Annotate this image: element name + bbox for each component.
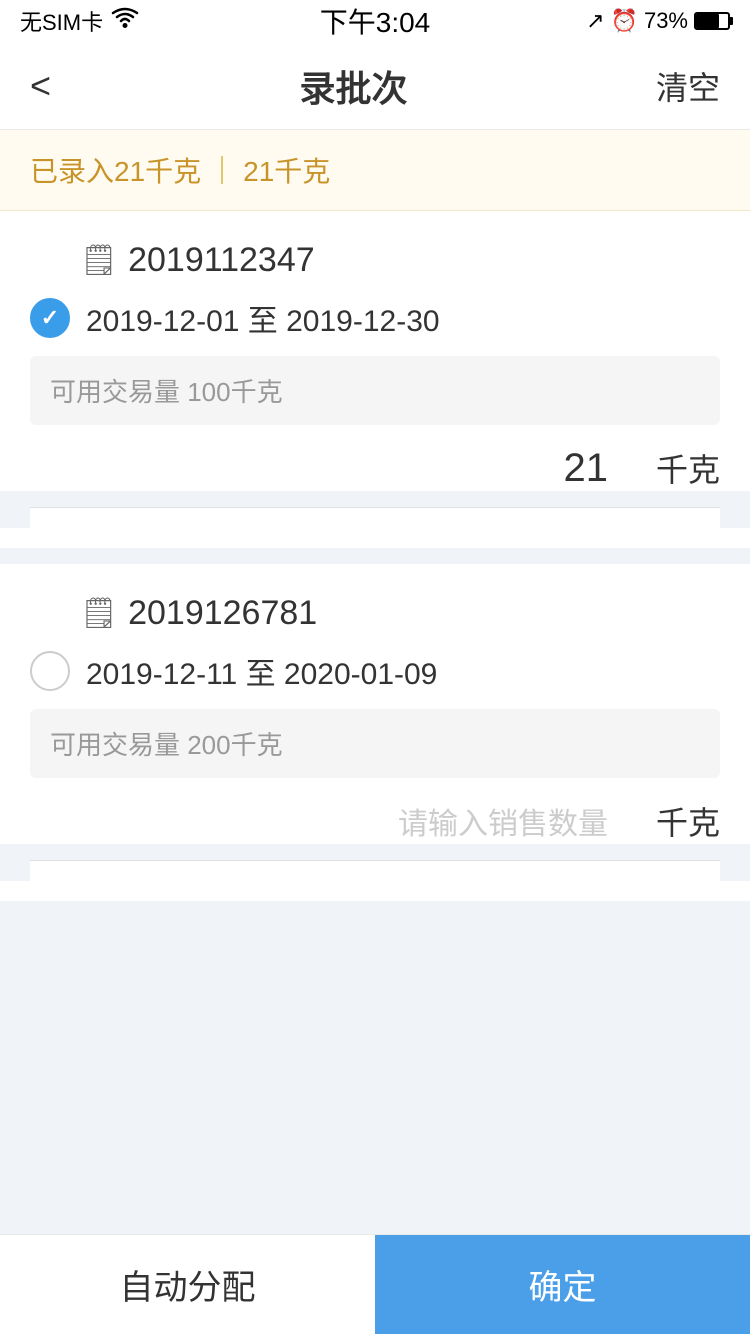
auto-distribute-button[interactable]: 自动分配 (0, 1235, 375, 1334)
back-button[interactable]: < (30, 65, 51, 107)
batch1-radio[interactable] (30, 298, 70, 338)
status-bar-right: ↗ ⏰ 73% (586, 8, 730, 34)
battery-percent: 73% (644, 8, 688, 34)
batch2-date-row[interactable]: 2019-12-11 至 2020-01-09 (30, 649, 720, 693)
batch2-id: 2019126781 (128, 594, 317, 633)
batch2-icon: 🗒 (80, 596, 118, 631)
status-bar: 无SIM卡 下午3:04 ↗ ⏰ 73% (0, 0, 750, 42)
batch1-qty-box: 可用交易量 100千克 (30, 356, 720, 425)
batch-card-1: 🗒 2019112347 2019-12-01 至 2019-12-30 可用交… (0, 211, 750, 425)
wifi-icon (111, 7, 139, 35)
confirm-button[interactable]: 确定 (375, 1235, 750, 1334)
footer: 自动分配 确定 (0, 1234, 750, 1334)
batch1-icon: 🗒 (80, 243, 118, 278)
nav-bar: < 录批次 清空 (0, 42, 750, 130)
batch1-available: 可用交易量 100千克 (50, 377, 283, 407)
batch2-header: 🗒 2019126781 (30, 594, 720, 633)
batch1-unit: 千克 (656, 445, 720, 491)
batch2-divider (30, 860, 720, 861)
batch2-input-row[interactable]: 请输入销售数量 千克 (0, 778, 750, 844)
sim-status: 无SIM卡 (20, 5, 103, 37)
battery-icon (694, 12, 730, 30)
batch2-unit: 千克 (656, 798, 720, 844)
info-banner: 已录入21千克 21千克 (0, 130, 750, 211)
batch-card-2: 🗒 2019126781 2019-12-11 至 2020-01-09 可用交… (0, 564, 750, 778)
status-bar-left: 无SIM卡 (20, 5, 139, 37)
batch2-bottom-pad (0, 881, 750, 901)
batch2-input-placeholder: 请输入销售数量 (398, 799, 608, 843)
recorded-amount-value: 21千克 (243, 150, 330, 190)
batch2-radio[interactable] (30, 651, 70, 691)
alarm-icon: ⏰ (611, 8, 638, 34)
batch1-divider (30, 507, 720, 508)
clear-button[interactable]: 清空 (656, 63, 720, 109)
batch2-qty-box: 可用交易量 200千克 (30, 709, 720, 778)
batch1-amount-value[interactable]: 21 (563, 446, 608, 491)
recorded-amount-label: 已录入21千克 (30, 150, 201, 190)
batch1-amount-row: 21 千克 (0, 425, 750, 491)
batch1-header: 🗒 2019112347 (30, 241, 720, 280)
batch2-available: 可用交易量 200千克 (50, 730, 283, 760)
batch2-date: 2019-12-11 至 2020-01-09 (86, 649, 437, 693)
section-divider (0, 548, 750, 564)
batch1-bottom-pad (0, 528, 750, 548)
batch1-id: 2019112347 (128, 241, 315, 280)
page-title: 录批次 (300, 60, 408, 112)
status-bar-time: 下午3:04 (320, 1, 431, 41)
location-icon: ↗ (586, 8, 604, 34)
info-divider (221, 156, 223, 184)
batch1-date-row[interactable]: 2019-12-01 至 2019-12-30 (30, 296, 720, 340)
batch1-date: 2019-12-01 至 2019-12-30 (86, 296, 440, 340)
